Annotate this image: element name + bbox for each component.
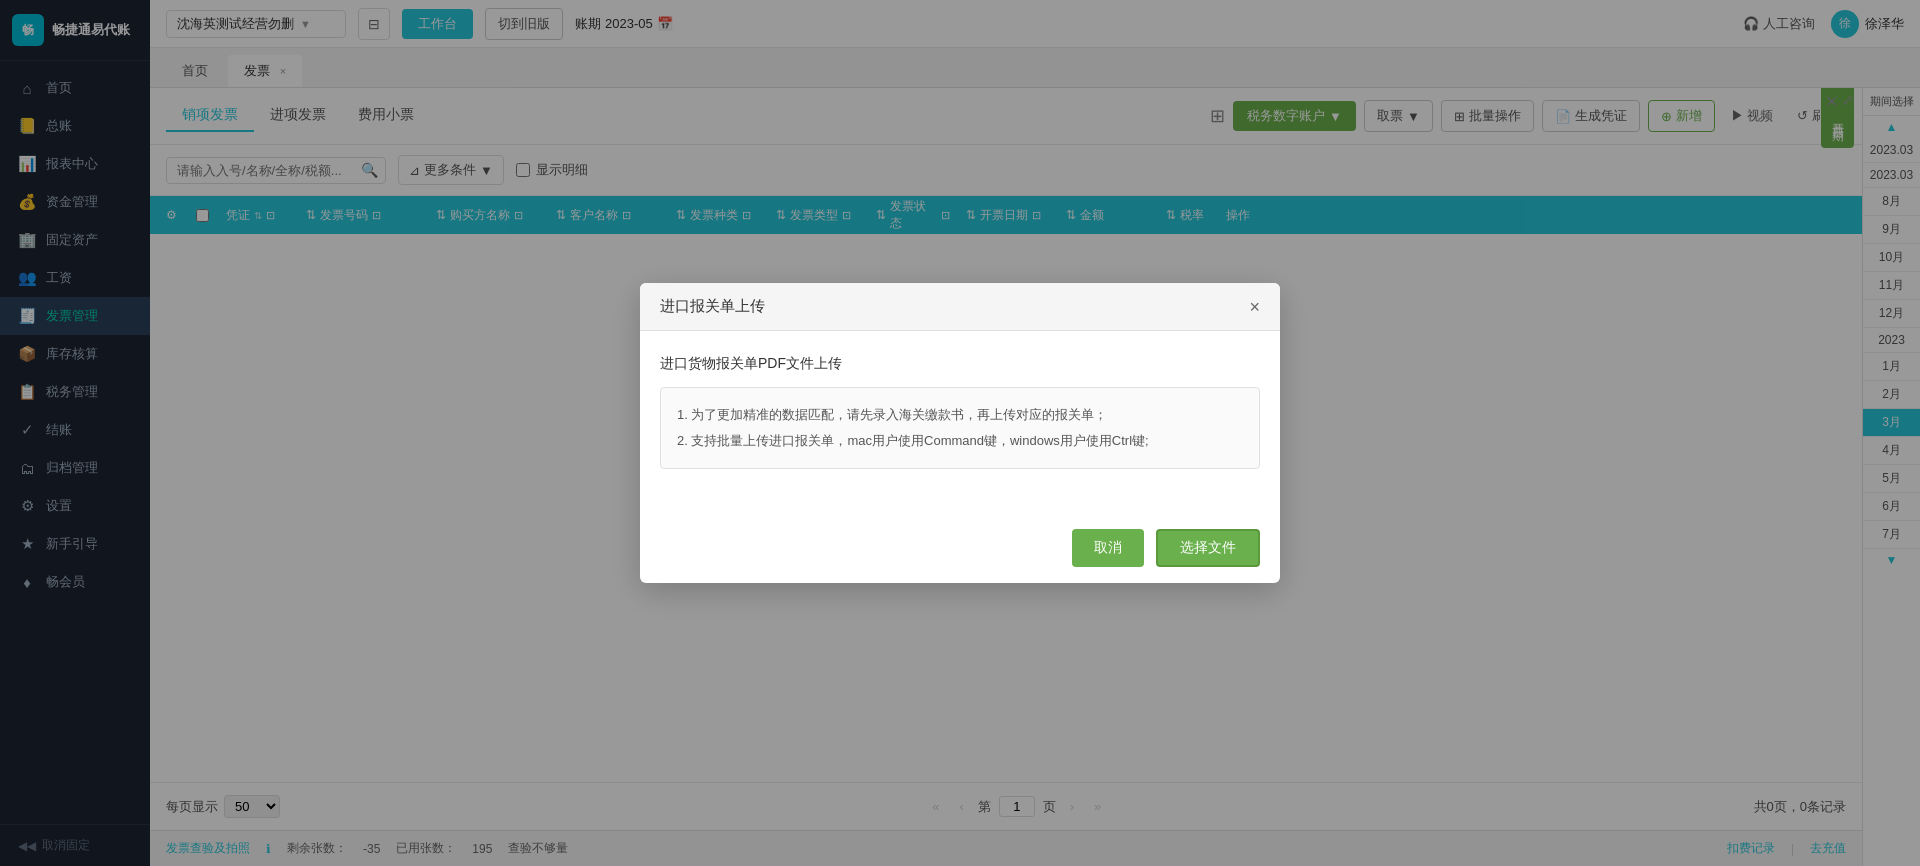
modal-body: 进口货物报关单PDF文件上传 1. 为了更加精准的数据匹配，请先录入海关缴款书，… [640, 331, 1280, 513]
modal-overlay: 进口报关单上传 × 进口货物报关单PDF文件上传 1. 为了更加精准的数据匹配，… [0, 0, 1920, 866]
import-customs-modal: 进口报关单上传 × 进口货物报关单PDF文件上传 1. 为了更加精准的数据匹配，… [640, 283, 1280, 583]
modal-cancel-button[interactable]: 取消 [1072, 529, 1144, 567]
modal-select-file-button[interactable]: 选择文件 [1156, 529, 1260, 567]
modal-info-item-2: 2. 支持批量上传进口报关单，mac用户使用Command键，windows用户… [677, 428, 1243, 454]
modal-title: 进口报关单上传 [660, 297, 765, 316]
modal-close-button[interactable]: × [1249, 298, 1260, 316]
modal-info-box: 1. 为了更加精准的数据匹配，请先录入海关缴款书，再上传对应的报关单； 2. 支… [660, 387, 1260, 469]
modal-info-item-1: 1. 为了更加精准的数据匹配，请先录入海关缴款书，再上传对应的报关单； [677, 402, 1243, 428]
modal-footer: 取消 选择文件 [640, 513, 1280, 583]
modal-section-title: 进口货物报关单PDF文件上传 [660, 355, 1260, 373]
modal-header: 进口报关单上传 × [640, 283, 1280, 331]
